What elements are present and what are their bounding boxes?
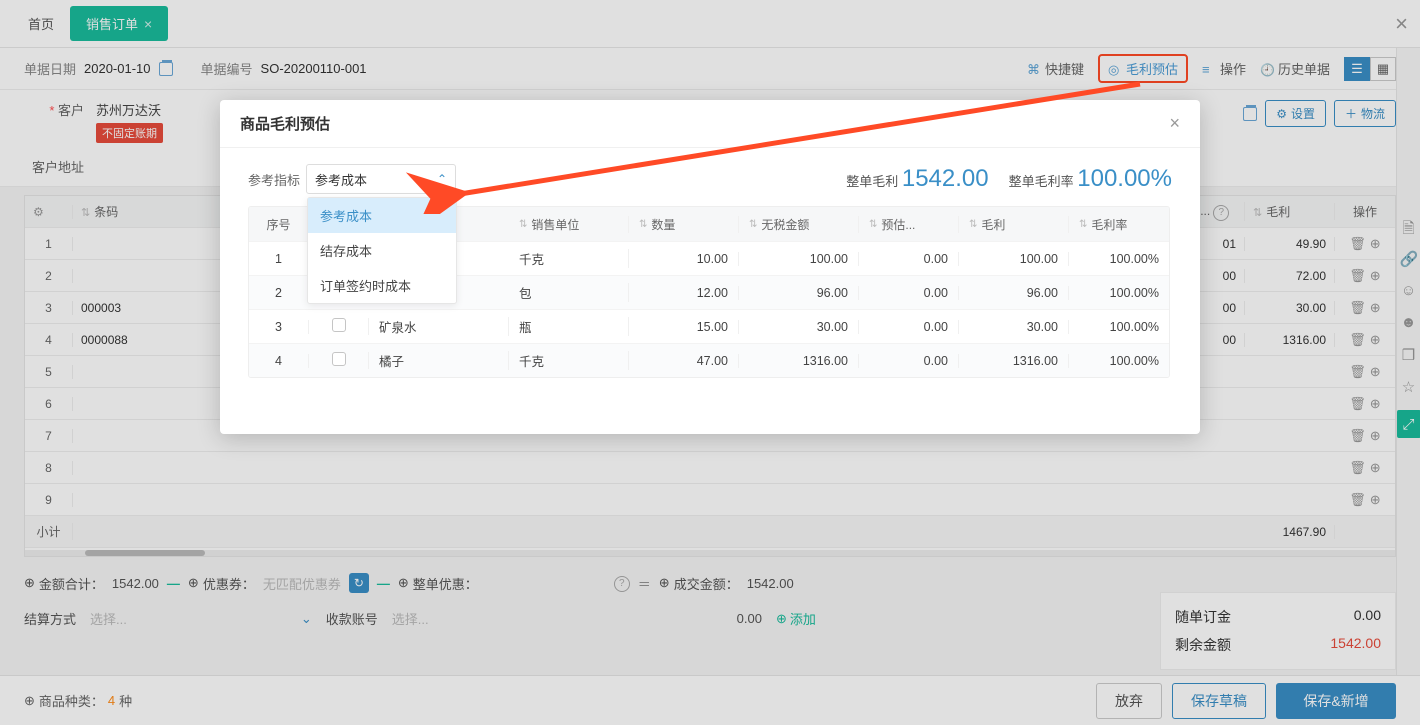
- checkbox[interactable]: [332, 318, 346, 332]
- table-row: 4橘子千克47.001316.000.001316.00100.00%: [249, 343, 1169, 377]
- filter-value: 参考成本: [315, 170, 367, 189]
- filter-dropdown: 参考成本 结存成本 订单签约时成本: [307, 197, 457, 304]
- col-seq: 序号: [249, 216, 309, 233]
- table-row: 3矿泉水瓶15.0030.000.0030.00100.00%: [249, 309, 1169, 343]
- total-rate-value: 100.00%: [1077, 165, 1172, 192]
- col-unit[interactable]: 销售单位: [509, 216, 629, 233]
- modal-title: 商品毛利预估: [240, 113, 330, 134]
- profit-modal: 商品毛利预估 × 参考指标 参考成本 ⌃ 参考成本 结存成本 订单签约时成本 整…: [220, 100, 1200, 434]
- option-ref-cost[interactable]: 参考成本: [308, 198, 456, 233]
- col-profit[interactable]: 毛利: [959, 216, 1069, 233]
- filter-row: 参考指标 参考成本 ⌃ 参考成本 结存成本 订单签约时成本 整单毛利 1542.…: [248, 164, 1172, 194]
- total-profit-label: 整单毛利: [846, 174, 898, 189]
- chevron-up-icon: ⌃: [437, 172, 447, 186]
- option-balance-cost[interactable]: 结存成本: [308, 233, 456, 268]
- total-profit-value: 1542.00: [902, 165, 989, 192]
- checkbox[interactable]: [332, 352, 346, 366]
- filter-select[interactable]: 参考成本 ⌃ 参考成本 结存成本 订单签约时成本: [306, 164, 456, 194]
- filter-label: 参考指标: [248, 170, 300, 189]
- modal-backdrop[interactable]: 商品毛利预估 × 参考指标 参考成本 ⌃ 参考成本 结存成本 订单签约时成本 整…: [0, 0, 1420, 725]
- modal-close-icon[interactable]: ×: [1169, 113, 1180, 134]
- col-amount[interactable]: 无税金额: [739, 216, 859, 233]
- option-sign-cost[interactable]: 订单签约时成本: [308, 268, 456, 303]
- col-rate[interactable]: 毛利率: [1069, 216, 1169, 233]
- total-rate-label: 整单毛利率: [1009, 174, 1074, 189]
- col-qty[interactable]: 数量: [629, 216, 739, 233]
- modal-header: 商品毛利预估 ×: [220, 100, 1200, 148]
- modal-totals: 整单毛利 1542.00 整单毛利率 100.00%: [846, 165, 1172, 193]
- col-est[interactable]: 预估...: [859, 216, 959, 233]
